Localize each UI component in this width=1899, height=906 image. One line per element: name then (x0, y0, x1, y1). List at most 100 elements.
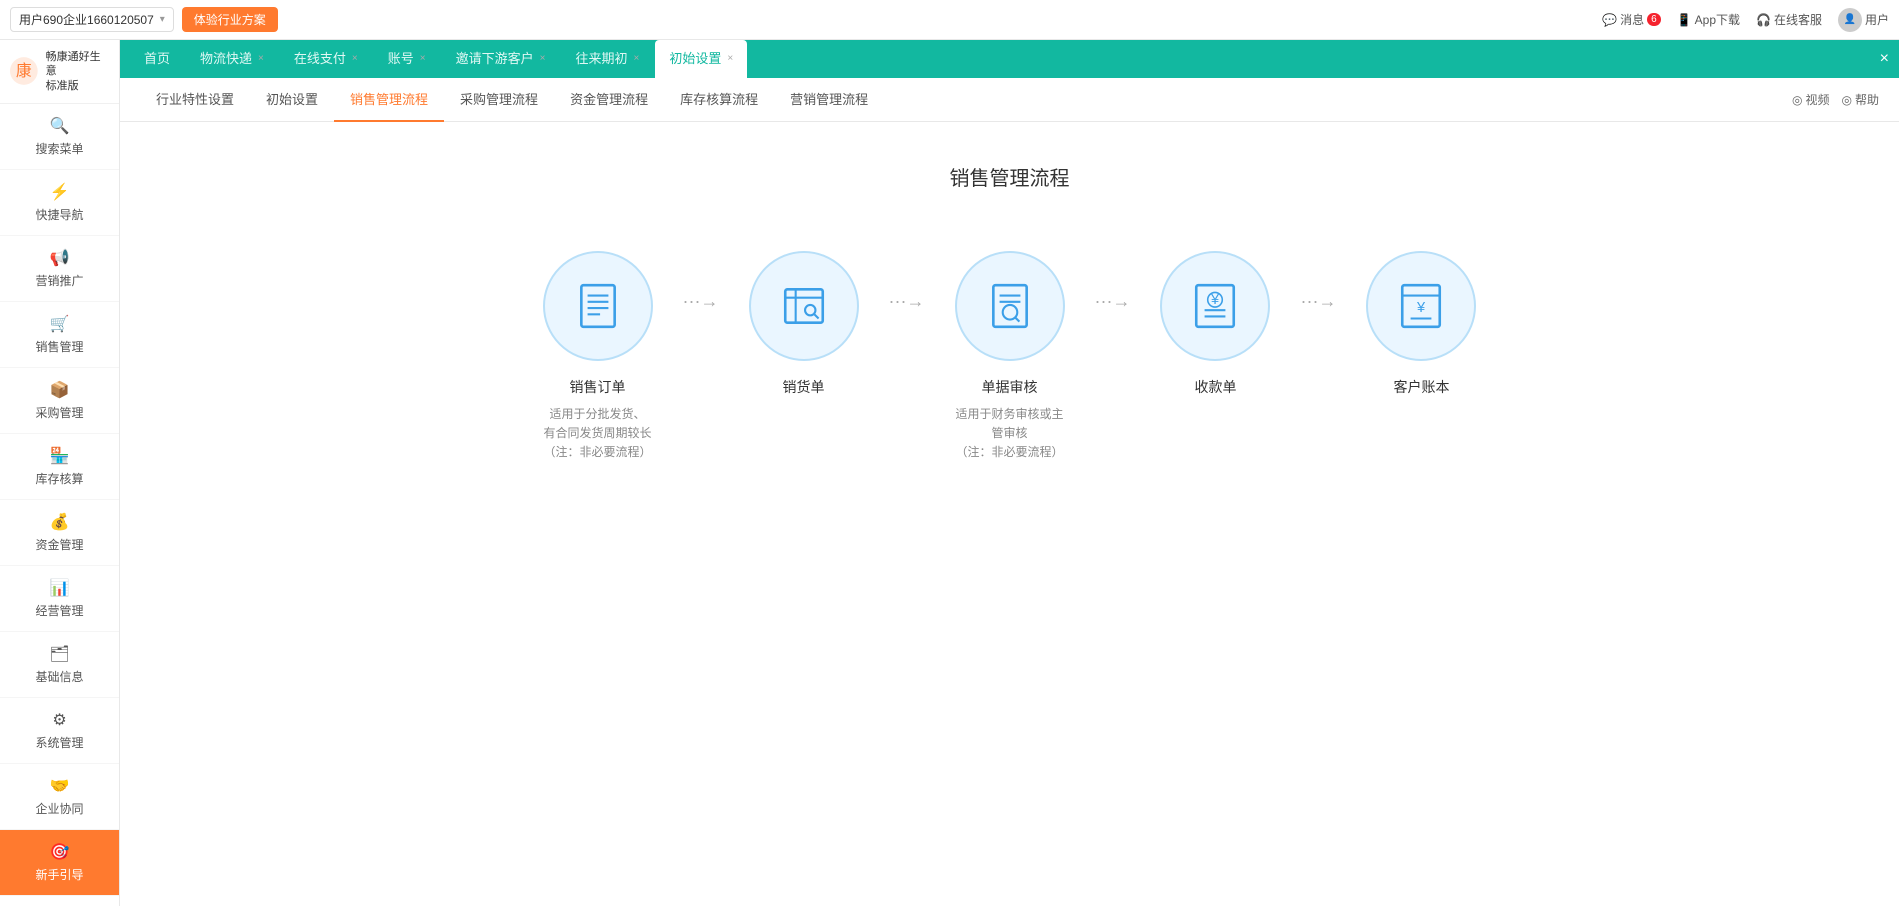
sidebar-item-guide[interactable]: 🎯新手引导 (0, 830, 119, 896)
sidebar-item-app-center[interactable]: 📱应用中心 (0, 896, 119, 906)
process-step-desc-2: 适用于财务审核或主管审核（注：非必要流程） (955, 405, 1063, 463)
top-bar-left: 用户690企业1660120507 ▾ 体验行业方案 (10, 7, 278, 32)
sidebar-item-label: 采购管理 (35, 404, 83, 421)
nav-tab-label: 在线支付 (294, 40, 346, 78)
svg-text:¥: ¥ (1416, 300, 1426, 316)
online-service-btn[interactable]: 🎧 在线客服 (1756, 11, 1822, 28)
user-selector-text: 用户690企业1660120507 (19, 11, 154, 28)
sidebar-item-label: 新手引导 (35, 866, 83, 883)
nav-tab-label: 首页 (144, 40, 170, 78)
process-step-1: 销货单 (724, 251, 884, 405)
sub-tab-资金管理流程[interactable]: 资金管理流程 (554, 78, 664, 122)
message-badge: 6 (1647, 13, 1661, 26)
sub-tabs-right: ◎ 视频 ◎ 帮助 (1792, 91, 1879, 108)
nav-tab-往来期初[interactable]: 往来期初× (561, 40, 653, 78)
sidebar-item-label: 企业协同 (35, 800, 83, 817)
nav-tab-label: 往来期初 (575, 40, 627, 78)
sidebar-item-label: 销售管理 (35, 338, 83, 355)
sidebar-item-basic-info[interactable]: 🗂基础信息 (0, 632, 119, 698)
process-arrow-3: ···→ (1295, 291, 1341, 312)
sidebar-logo: 康 畅康通好生意 标准版 (0, 40, 119, 104)
process-circle-4[interactable]: ¥ (1366, 251, 1476, 361)
close-icon[interactable]: × (258, 40, 264, 78)
top-bar-right: 💬 消息 6 📱 App下载 🎧 在线客服 👤 用户 (1602, 8, 1889, 32)
chevron-down-icon: ▾ (160, 14, 165, 25)
nav-tabs: 首页物流快递×在线支付×账号×邀请下游客户×往来期初×初始设置×× (120, 40, 1899, 78)
sidebar-item-label: 搜索菜单 (35, 140, 83, 157)
process-step-name-3: 收款单 (1194, 377, 1236, 397)
nav-tab-label: 邀请下游客户 (456, 40, 534, 78)
message-icon: 💬 (1602, 13, 1617, 27)
nav-tab-初始设置[interactable]: 初始设置× (655, 40, 747, 78)
sidebar-item-label: 库存核算 (35, 470, 83, 487)
sidebar-item-label: 资金管理 (35, 536, 83, 553)
arrow-icon: ···→ (1095, 291, 1131, 312)
user-avatar-btn[interactable]: 👤 用户 (1838, 8, 1889, 32)
process-circle-3[interactable]: ¥ (1160, 251, 1270, 361)
sidebar-item-inventory[interactable]: 🏪库存核算 (0, 434, 119, 500)
sub-tab-初始设置[interactable]: 初始设置 (250, 78, 334, 122)
sidebar-item-search[interactable]: 🔍搜索菜单 (0, 104, 119, 170)
user-name-label: 用户 (1865, 11, 1889, 28)
arrow-icon: ···→ (1300, 291, 1336, 312)
nav-tab-账号[interactable]: 账号× (374, 40, 440, 78)
sidebar-item-label: 营销推广 (35, 272, 83, 289)
app-download-btn[interactable]: 📱 App下载 (1677, 11, 1740, 28)
nav-tab-物流快递[interactable]: 物流快递× (186, 40, 278, 78)
sidebar-item-label: 系统管理 (35, 734, 83, 751)
sidebar-item-label: 基础信息 (35, 668, 83, 685)
process-flow: 销售订单 适用于分批发货、有合同发货周期较长（注：非必要流程） ···→ 销货单… (140, 251, 1879, 463)
sub-tab-采购管理流程[interactable]: 采购管理流程 (444, 78, 554, 122)
sidebar-item-finance[interactable]: 💰资金管理 (0, 500, 119, 566)
process-circle-1[interactable] (749, 251, 859, 361)
top-bar: 用户690企业1660120507 ▾ 体验行业方案 💬 消息 6 📱 App下… (0, 0, 1899, 40)
process-step-name-2: 单据审核 (982, 377, 1038, 397)
sub-tab-营销管理流程[interactable]: 营销管理流程 (774, 78, 884, 122)
nav-tabs-close-btn[interactable]: × (1880, 50, 1889, 68)
close-icon[interactable]: × (352, 40, 358, 78)
enterprise-collab-icon: 🤝 (50, 776, 70, 796)
sidebar-item-system[interactable]: ⚙系统管理 (0, 698, 119, 764)
experience-btn[interactable]: 体验行业方案 (182, 7, 278, 32)
quick-icon: ⚡ (50, 182, 70, 202)
process-circle-0[interactable] (543, 251, 653, 361)
sidebar-item-marketing-promo[interactable]: 📢 营销推广 (0, 236, 119, 302)
main-layout: 康 畅康通好生意 标准版 🔍搜索菜单 ⚡ 快捷导航 📢 营销推广 🛒销售管理📦采购管理🏪库… (0, 40, 1899, 906)
process-circle-2[interactable] (955, 251, 1065, 361)
nav-tab-邀请下游客户[interactable]: 邀请下游客户× (442, 40, 560, 78)
sidebar-item-operations[interactable]: 📊经营管理 (0, 566, 119, 632)
sub-tab-库存核算流程[interactable]: 库存核算流程 (664, 78, 774, 122)
help-btn[interactable]: ◎ 帮助 (1842, 91, 1880, 108)
avatar: 👤 (1838, 8, 1862, 32)
process-step-desc-0: 适用于分批发货、有合同发货周期较长（注：非必要流程） (544, 405, 652, 463)
sidebar-item-enterprise-collab[interactable]: 🤝 企业协同 (0, 764, 119, 830)
sub-tab-行业特性设置[interactable]: 行业特性设置 (140, 78, 250, 122)
user-selector[interactable]: 用户690企业1660120507 ▾ (10, 7, 174, 32)
app-download-label: App下载 (1695, 11, 1740, 28)
message-btn[interactable]: 💬 消息 6 (1602, 11, 1661, 28)
online-service-label: 在线客服 (1774, 11, 1822, 28)
video-btn[interactable]: ◎ 视频 (1792, 91, 1830, 108)
headset-icon: 🎧 (1756, 13, 1771, 27)
process-title: 销售管理流程 (140, 162, 1879, 191)
sidebar-item-label: 快捷导航 (35, 206, 83, 223)
sub-tab-销售管理流程[interactable]: 销售管理流程 (334, 78, 444, 122)
process-step-2: 单据审核 适用于财务审核或主管审核（注：非必要流程） (930, 251, 1090, 463)
app-logo-icon: 康 (8, 55, 40, 87)
nav-tab-首页[interactable]: 首页 (130, 40, 184, 78)
process-step-3: ¥ 收款单 (1135, 251, 1295, 405)
close-icon[interactable]: × (540, 40, 546, 78)
sidebar-item-label: 经营管理 (35, 602, 83, 619)
close-icon[interactable]: × (633, 40, 639, 78)
close-icon[interactable]: × (420, 40, 426, 78)
sidebar-item-sales[interactable]: 🛒销售管理 (0, 302, 119, 368)
process-container: 销售管理流程 销售订单 适用于分批发货、有合同发货周期较长（注：非必要流程） ·… (120, 122, 1899, 503)
nav-tab-在线支付[interactable]: 在线支付× (280, 40, 372, 78)
sidebar-item-quick[interactable]: ⚡ 快捷导航 (0, 170, 119, 236)
process-step-name-0: 销售订单 (570, 377, 626, 397)
marketing-promo-icon: 📢 (50, 248, 70, 268)
nav-tab-label: 物流快递 (200, 40, 252, 78)
close-icon[interactable]: × (727, 40, 733, 78)
content-area: 行业特性设置初始设置销售管理流程采购管理流程资金管理流程库存核算流程营销管理流程… (120, 78, 1899, 906)
sidebar-item-purchase[interactable]: 📦采购管理 (0, 368, 119, 434)
